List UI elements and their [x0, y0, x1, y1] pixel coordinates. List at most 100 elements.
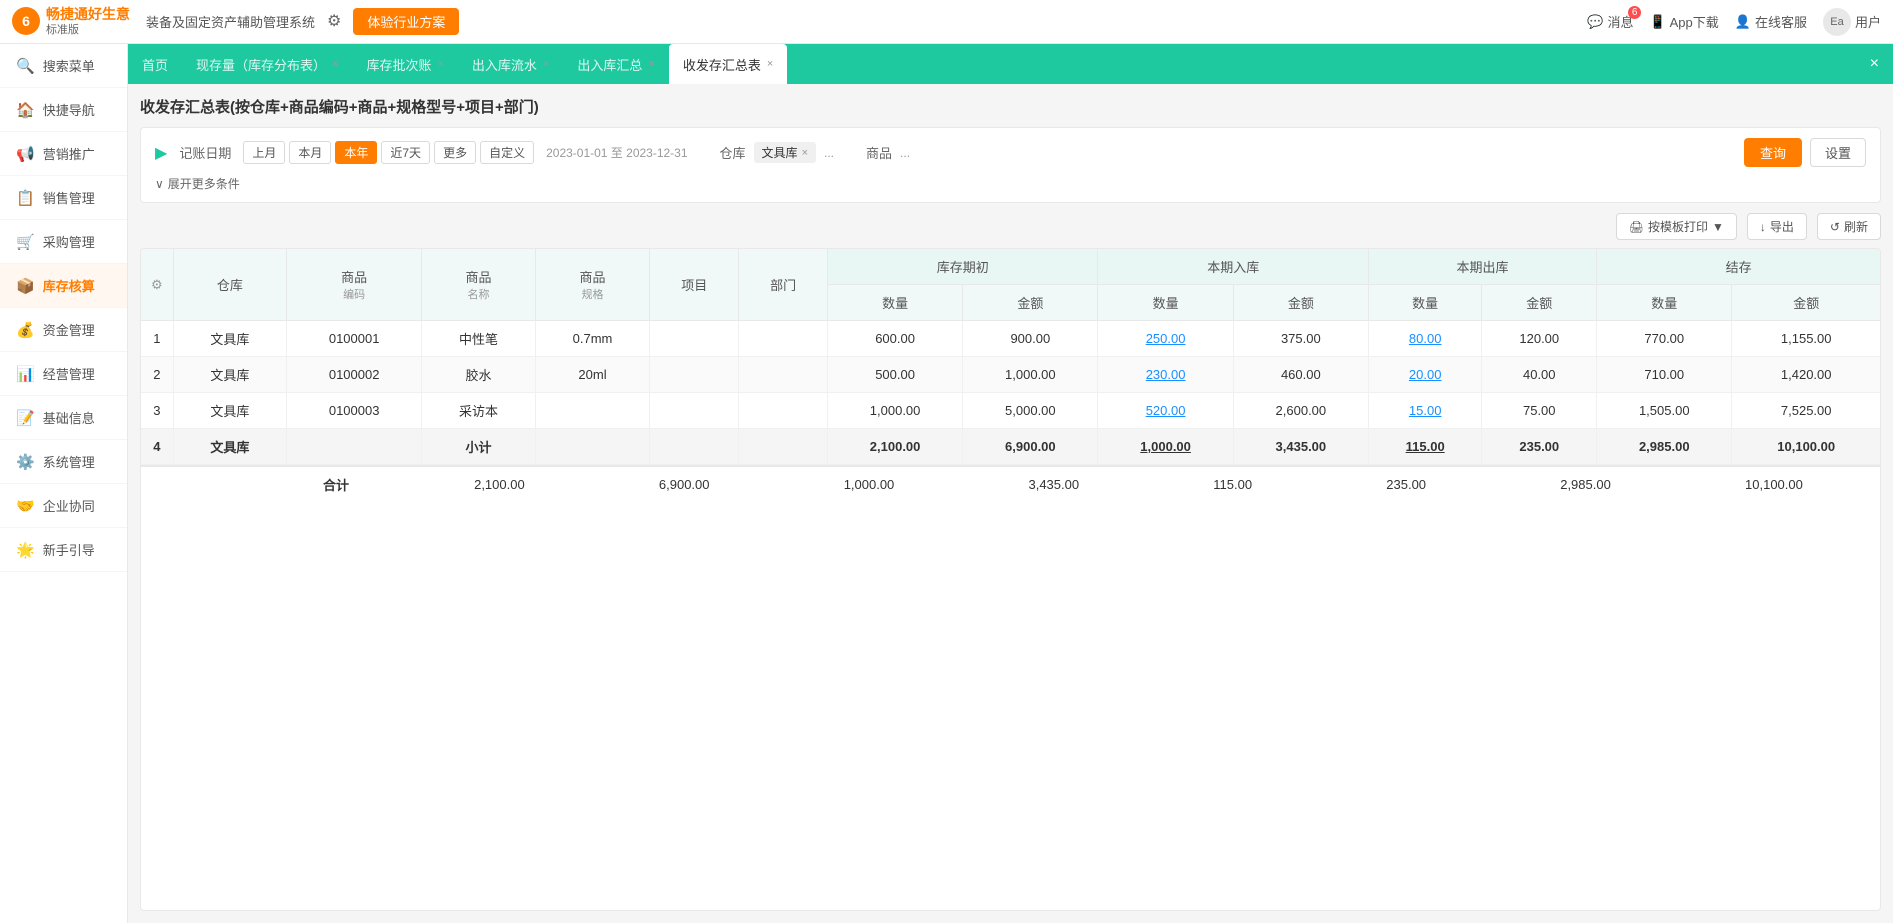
sidebar-label-guide: 新手引导	[43, 540, 95, 559]
row-project	[650, 357, 739, 393]
row-goods_spec	[535, 429, 650, 465]
expand-more-btn[interactable]: ∨ 展开更多条件	[155, 175, 1866, 192]
row-in-amt: 3,435.00	[1233, 429, 1368, 465]
app-download-label: App下载	[1670, 12, 1719, 31]
sidebar-item-purchase[interactable]: 🛒 采购管理	[0, 220, 127, 264]
close-all-tabs[interactable]: ×	[1856, 44, 1893, 84]
logo-text: 畅捷通好生意 标准版	[46, 5, 130, 37]
tab-stock-dist[interactable]: 现存量（库存分布表） ×	[182, 44, 352, 84]
col-settings-icon[interactable]: ⚙	[141, 249, 173, 321]
refresh-button[interactable]: ↺ 刷新	[1817, 213, 1881, 240]
date-btn-last-month[interactable]: 上月	[243, 141, 285, 164]
sidebar-item-operations[interactable]: 📊 经营管理	[0, 352, 127, 396]
sidebar-item-system[interactable]: ⚙️ 系统管理	[0, 440, 127, 484]
row-open-amt: 5,000.00	[963, 393, 1098, 429]
online-service-action[interactable]: 👤 在线客服	[1735, 12, 1807, 31]
row-out-amt: 75.00	[1482, 393, 1597, 429]
sidebar-item-inventory[interactable]: 📦 库存核算	[0, 264, 127, 308]
sidebar-item-marketing[interactable]: 📢 营销推广	[0, 132, 127, 176]
row-out-qty[interactable]: 115.00	[1368, 429, 1481, 465]
marketing-icon: 📢	[16, 145, 35, 163]
row-goods-code	[287, 429, 422, 465]
message-icon: 💬	[1587, 14, 1603, 30]
tab-inout-flow-label: 出入库流水	[472, 55, 537, 74]
tab-batch-ledger-close[interactable]: ×	[437, 58, 443, 70]
row-close-amt: 10,100.00	[1732, 429, 1880, 465]
warehouse-more[interactable]: ...	[824, 146, 834, 160]
sidebar-item-enterprise[interactable]: 🤝 企业协同	[0, 484, 127, 528]
message-action[interactable]: 💬 消息 6	[1587, 12, 1633, 31]
sidebar-label-operations: 经营管理	[43, 364, 95, 383]
print-button[interactable]: 🖨 按模板打印 ▼	[1616, 213, 1737, 240]
sidebar-item-sales[interactable]: 📋 销售管理	[0, 176, 127, 220]
sidebar-label-inventory: 库存核算	[43, 276, 95, 295]
system-settings-button[interactable]: ⚙	[323, 7, 345, 35]
export-icon: ↓	[1760, 220, 1766, 234]
filter-collapse-btn[interactable]: ▶	[155, 143, 167, 163]
date-btn-this-year[interactable]: 本年	[335, 141, 377, 164]
tab-inout-flow-close[interactable]: ×	[543, 58, 549, 70]
row-department	[739, 393, 828, 429]
tab-inout-summary-close[interactable]: ×	[648, 58, 654, 70]
user-label: 用户	[1855, 12, 1881, 31]
sidebar-label-search-menu: 搜索菜单	[43, 56, 95, 75]
sidebar-item-quick-nav[interactable]: 🏠 快捷导航	[0, 88, 127, 132]
sidebar-item-guide[interactable]: 🌟 新手引导	[0, 528, 127, 572]
system-icon: ⚙️	[16, 453, 35, 471]
row-out-qty[interactable]: 20.00	[1368, 357, 1481, 393]
sidebar-item-base-info[interactable]: 📝 基础信息	[0, 396, 127, 440]
tab-stock-dist-close[interactable]: ×	[332, 58, 338, 70]
date-btn-custom[interactable]: 自定义	[480, 141, 534, 164]
query-button[interactable]: 查询	[1744, 138, 1802, 167]
th-open-amt: 金额	[963, 285, 1098, 321]
row-no: 2	[141, 357, 173, 393]
date-btn-this-month[interactable]: 本月	[289, 141, 331, 164]
sidebar-label-sales: 销售管理	[43, 188, 95, 207]
goods-more[interactable]: ...	[900, 146, 910, 160]
warehouse-label: 仓库	[720, 143, 746, 162]
sidebar-item-finance[interactable]: 💰 资金管理	[0, 308, 127, 352]
row-open-amt: 1,000.00	[963, 357, 1098, 393]
filter-settings-button[interactable]: 设置	[1810, 138, 1866, 167]
tab-batch-ledger[interactable]: 库存批次账 ×	[352, 44, 457, 84]
user-action[interactable]: Ea 用户	[1823, 8, 1881, 36]
experience-button[interactable]: 体验行业方案	[353, 8, 459, 35]
tab-inout-summary-label: 出入库汇总	[577, 55, 642, 74]
tab-receive-send-close[interactable]: ×	[767, 58, 773, 70]
row-in-amt: 375.00	[1233, 321, 1368, 357]
footer-close-amt: 10,100.00	[1745, 477, 1803, 492]
row-out-qty[interactable]: 80.00	[1368, 321, 1481, 357]
logo-subtitle: 标准版	[46, 23, 130, 37]
sidebar-item-search-menu[interactable]: 🔍 搜索菜单	[0, 44, 127, 88]
row-in-qty[interactable]: 520.00	[1098, 393, 1233, 429]
th-project: 项目	[650, 249, 739, 321]
tab-stock-dist-label: 现存量（库存分布表）	[196, 55, 326, 74]
operations-icon: 📊	[16, 365, 35, 383]
row-open-qty: 2,100.00	[827, 429, 962, 465]
row-out-qty[interactable]: 15.00	[1368, 393, 1481, 429]
logo-title: 畅捷通好生意	[46, 5, 130, 23]
row-goods-name: 胶水	[422, 357, 535, 393]
tab-home[interactable]: 首页	[128, 44, 182, 84]
row-in-qty[interactable]: 1,000.00	[1098, 429, 1233, 465]
row-in-qty[interactable]: 250.00	[1098, 321, 1233, 357]
warehouse-filter: 仓库 文具库 × ...	[720, 142, 834, 163]
tab-home-label: 首页	[142, 55, 168, 74]
row-in-qty[interactable]: 230.00	[1098, 357, 1233, 393]
tab-receive-send[interactable]: 收发存汇总表 ×	[669, 44, 787, 84]
date-btn-more[interactable]: 更多	[434, 141, 476, 164]
row-goods-name: 采访本	[422, 393, 535, 429]
export-button[interactable]: ↓ 导出	[1747, 213, 1807, 240]
sidebar-label-purchase: 采购管理	[43, 232, 95, 251]
top-header: 6 畅捷通好生意 标准版 装备及固定资产辅助管理系统 ⚙ 体验行业方案 💬 消息…	[0, 0, 1893, 44]
date-btn-7days[interactable]: 近7天	[381, 141, 430, 164]
tab-inout-flow[interactable]: 出入库流水 ×	[458, 44, 563, 84]
app-download-action[interactable]: 📱 App下载	[1649, 12, 1718, 31]
logo-icon: 6	[12, 7, 40, 35]
print-chevron: ▼	[1712, 220, 1724, 234]
header-right: 💬 消息 6 📱 App下载 👤 在线客服 Ea 用户	[1587, 8, 1881, 36]
tab-inout-summary[interactable]: 出入库汇总 ×	[563, 44, 668, 84]
row-no: 1	[141, 321, 173, 357]
sidebar: 🔍 搜索菜单 🏠 快捷导航 📢 营销推广 📋 销售管理 🛒 采购管理 📦 库存核…	[0, 44, 128, 923]
warehouse-tag-close[interactable]: ×	[802, 147, 808, 159]
